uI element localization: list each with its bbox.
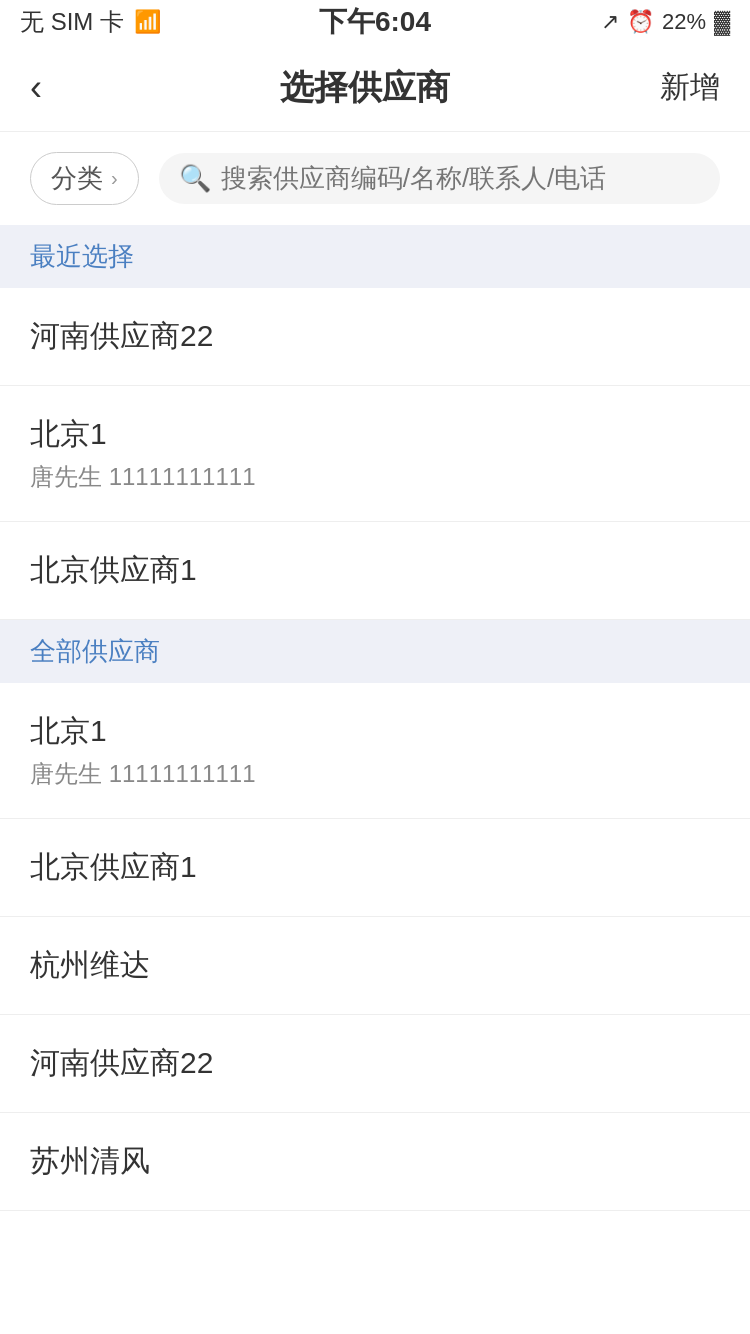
item-name: 河南供应商22 — [30, 1043, 720, 1084]
list-item[interactable]: 北京供应商1 — [0, 819, 750, 917]
category-label: 分类 — [51, 161, 103, 196]
list-item[interactable]: 北京供应商1 — [0, 522, 750, 620]
item-name: 河南供应商22 — [30, 316, 720, 357]
all-section-header: 全部供应商 — [0, 620, 750, 683]
all-list: 北京1 唐先生 11111111111 北京供应商1 杭州维达河南供应商22 苏州清风 — [0, 683, 750, 1211]
battery-label: 22% — [662, 9, 706, 35]
item-name: 北京1 — [30, 711, 720, 752]
search-icon: 🔍 — [179, 163, 211, 194]
list-item[interactable]: 北京1 唐先生 11111111111 — [0, 683, 750, 819]
page-title: 选择供应商 — [280, 65, 450, 111]
item-detail: 唐先生 11111111111 — [30, 758, 720, 790]
status-time: 下午6:04 — [319, 3, 431, 41]
list-item[interactable]: 苏州清风 — [0, 1113, 750, 1211]
item-detail: 唐先生 11111111111 — [30, 461, 720, 493]
battery-icon: ▓ — [714, 9, 730, 35]
carrier-label: 无 SIM 卡 — [20, 6, 124, 38]
recent-section-label: 最近选择 — [30, 241, 134, 271]
item-name: 北京供应商1 — [30, 847, 720, 888]
recent-list: 河南供应商22 北京1 唐先生 11111111111 北京供应商1 — [0, 288, 750, 620]
list-item[interactable]: 北京1 唐先生 11111111111 — [0, 386, 750, 522]
list-item[interactable]: 河南供应商22 — [0, 1015, 750, 1113]
alarm-icon: ⏰ — [627, 9, 654, 35]
item-name: 苏州清风 — [30, 1141, 720, 1182]
add-button[interactable]: 新增 — [640, 67, 720, 108]
filter-bar: 分类 › 🔍 — [0, 132, 750, 225]
status-right: ↗ ⏰ 22% ▓ — [601, 9, 730, 35]
wifi-icon: 📶 — [134, 9, 161, 35]
item-name: 北京供应商1 — [30, 550, 720, 591]
list-item[interactable]: 杭州维达 — [0, 917, 750, 1015]
all-section-label: 全部供应商 — [30, 636, 160, 666]
item-name: 北京1 — [30, 414, 720, 455]
item-name: 杭州维达 — [30, 945, 720, 986]
status-bar: 无 SIM 卡 📶 下午6:04 ↗ ⏰ 22% ▓ — [0, 0, 750, 44]
search-container: 🔍 — [159, 153, 720, 204]
back-button[interactable]: ‹ — [30, 67, 90, 109]
list-item[interactable]: 河南供应商22 — [0, 288, 750, 386]
location-icon: ↗ — [601, 9, 619, 35]
search-input[interactable] — [221, 163, 700, 194]
category-button[interactable]: 分类 › — [30, 152, 139, 205]
nav-bar: ‹ 选择供应商 新增 — [0, 44, 750, 132]
recent-section-header: 最近选择 — [0, 225, 750, 288]
chevron-right-icon: › — [111, 167, 118, 190]
status-left: 无 SIM 卡 📶 — [20, 6, 161, 38]
